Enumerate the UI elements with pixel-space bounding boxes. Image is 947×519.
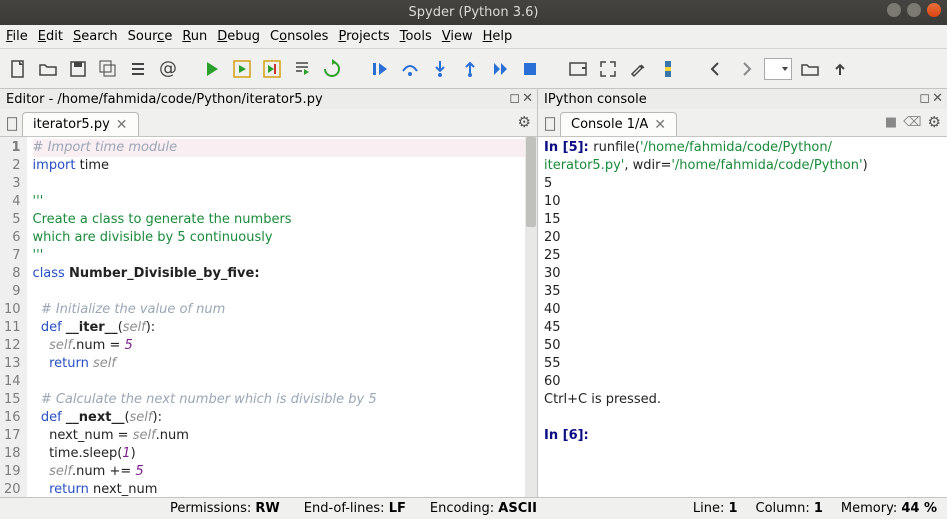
console-output[interactable]: In [5]: runfile('/home/fahmida/code/Pyth…: [538, 137, 947, 497]
working-dir-select[interactable]: [764, 58, 792, 80]
status-line: Line: 1: [693, 501, 738, 516]
close-tab-icon[interactable]: ✕: [116, 117, 128, 133]
console-stop-icon[interactable]: ■: [885, 115, 897, 130]
maximize-button[interactable]: [907, 3, 921, 17]
rerun-icon[interactable]: [320, 57, 344, 81]
back-icon[interactable]: [704, 57, 728, 81]
editor-scrollbar[interactable]: [525, 137, 537, 497]
console-clear-icon[interactable]: ⌫: [903, 115, 921, 130]
menu-view[interactable]: View: [442, 29, 473, 44]
list-icon[interactable]: [126, 57, 150, 81]
window-titlebar: Spyder (Python 3.6): [0, 0, 947, 25]
menu-bar: File Edit Search Source Run Debug Consol…: [0, 25, 947, 49]
console-tab-label: Console 1/A: [571, 117, 648, 132]
status-memory: Memory: 44 %: [841, 501, 937, 516]
status-permissions: Permissions: RW: [170, 501, 280, 516]
console-tabs: Console 1/A ✕ ■ ⌫ ⚙: [538, 109, 947, 137]
browse-dir-icon[interactable]: [798, 57, 822, 81]
at-icon[interactable]: @: [156, 57, 180, 81]
close-tab-icon[interactable]: ✕: [654, 117, 666, 133]
console-options-icon[interactable]: ⚙: [928, 113, 941, 131]
forward-icon[interactable]: [734, 57, 758, 81]
editor-tab[interactable]: iterator5.py ✕: [22, 112, 139, 136]
editor-tab-label: iterator5.py: [33, 117, 110, 132]
run-cell-advance-icon[interactable]: [260, 57, 284, 81]
editor-title: Editor - /home/fahmida/code/Python/itera…: [6, 92, 323, 107]
main-toolbar: @: [0, 49, 947, 89]
stop-icon[interactable]: [518, 57, 542, 81]
menu-projects[interactable]: Projects: [338, 29, 389, 44]
menu-file[interactable]: File: [6, 29, 28, 44]
editor-tabs: iterator5.py ✕ ⚙: [0, 109, 537, 137]
dedicated-console-icon[interactable]: [566, 57, 590, 81]
console-header: IPython console ◻✕: [538, 89, 947, 109]
pane-close-icon[interactable]: ✕: [522, 91, 533, 106]
debug-play-icon[interactable]: [368, 57, 392, 81]
pane-undock-icon[interactable]: ◻: [919, 91, 930, 106]
preferences-icon[interactable]: [626, 57, 650, 81]
step-out-icon[interactable]: [458, 57, 482, 81]
menu-debug[interactable]: Debug: [217, 29, 260, 44]
scrollbar-thumb[interactable]: [526, 137, 536, 227]
menu-search[interactable]: Search: [73, 29, 118, 44]
maximize-pane-icon[interactable]: [596, 57, 620, 81]
status-eol: End-of-lines: LF: [304, 501, 406, 516]
pane-close-icon[interactable]: ✕: [932, 91, 943, 106]
step-over-icon[interactable]: [398, 57, 422, 81]
menu-run[interactable]: Run: [182, 29, 207, 44]
pane-undock-icon[interactable]: ◻: [509, 91, 520, 106]
main-content: Editor - /home/fahmida/code/Python/itera…: [0, 89, 947, 497]
code-editor[interactable]: 12345678910111213141516171819202122 # Im…: [0, 137, 537, 497]
console-pane: IPython console ◻✕ Console 1/A ✕ ■ ⌫ ⚙ I…: [538, 89, 947, 497]
code-content[interactable]: # Import time moduleimport time '''Creat…: [27, 137, 537, 497]
menu-tools[interactable]: Tools: [400, 29, 432, 44]
run-cell-icon[interactable]: [230, 57, 254, 81]
line-gutter: 12345678910111213141516171819202122: [0, 137, 27, 497]
status-encoding: Encoding: ASCII: [430, 501, 537, 516]
menu-edit[interactable]: Edit: [38, 29, 63, 44]
editor-options-icon[interactable]: ⚙: [518, 113, 531, 131]
run-icon[interactable]: [200, 57, 224, 81]
console-switcher-icon[interactable]: [542, 112, 560, 136]
menu-source[interactable]: Source: [128, 29, 173, 44]
status-bar: Permissions: RW End-of-lines: LF Encodin…: [0, 497, 947, 519]
file-switcher-icon[interactable]: [4, 112, 22, 136]
continue-icon[interactable]: [488, 57, 512, 81]
step-into-icon[interactable]: [428, 57, 452, 81]
console-title: IPython console: [544, 92, 647, 107]
new-file-icon[interactable]: [6, 57, 30, 81]
python-path-icon[interactable]: [656, 57, 680, 81]
close-button[interactable]: [927, 3, 941, 17]
status-column: Column: 1: [756, 501, 823, 516]
window-controls: [887, 3, 941, 17]
save-icon[interactable]: [66, 57, 90, 81]
open-file-icon[interactable]: [36, 57, 60, 81]
minimize-button[interactable]: [887, 3, 901, 17]
window-title: Spyder (Python 3.6): [409, 5, 539, 20]
save-all-icon[interactable]: [96, 57, 120, 81]
parent-dir-icon[interactable]: [828, 57, 852, 81]
menu-consoles[interactable]: Consoles: [270, 29, 328, 44]
menu-help[interactable]: Help: [483, 29, 513, 44]
editor-header: Editor - /home/fahmida/code/Python/itera…: [0, 89, 537, 109]
run-selection-icon[interactable]: [290, 57, 314, 81]
console-tab[interactable]: Console 1/A ✕: [560, 112, 677, 136]
editor-pane: Editor - /home/fahmida/code/Python/itera…: [0, 89, 538, 497]
